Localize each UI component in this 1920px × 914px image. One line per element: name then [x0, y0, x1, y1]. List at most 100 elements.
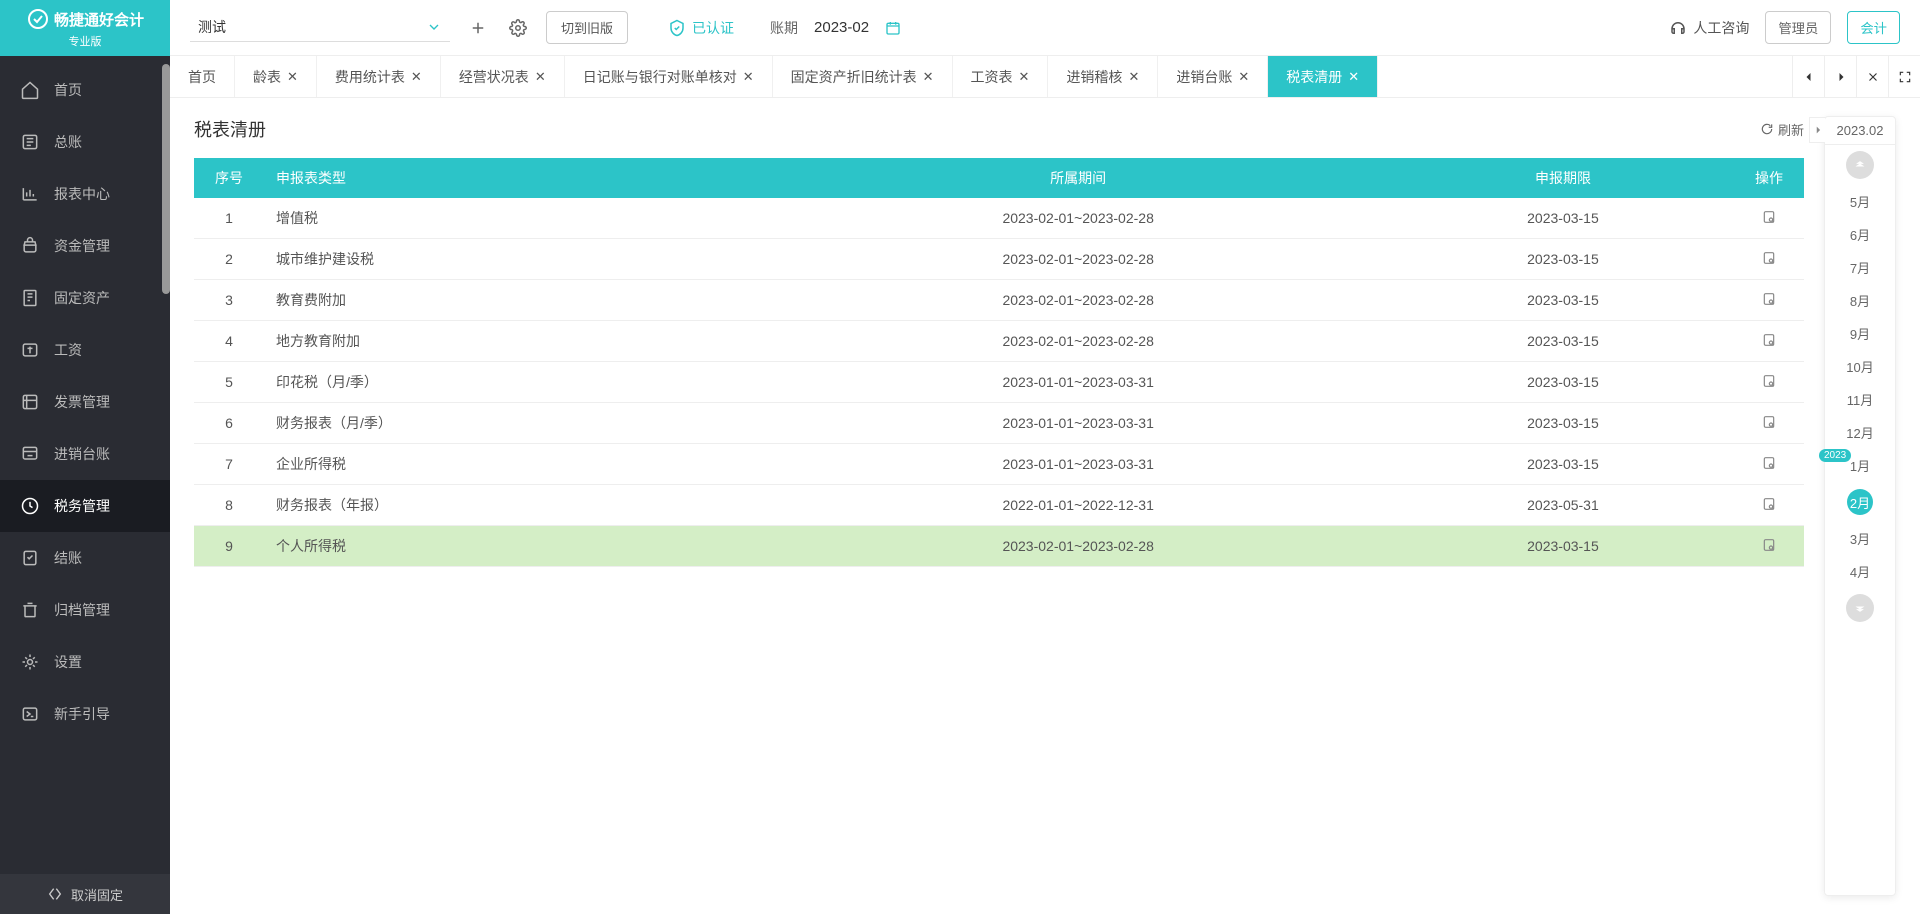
tab-7[interactable]: 进销稽核✕: [1048, 56, 1158, 97]
table-row[interactable]: 7企业所得税2023-01-01~2023-03-312023-03-15: [194, 444, 1804, 485]
tab-close-icon[interactable]: ✕: [743, 69, 754, 85]
cell-no: 6: [194, 403, 264, 444]
tab-9[interactable]: 税表清册✕: [1268, 56, 1378, 97]
month-picker-list: 5月6月7月8月9月10月11月12月20231月2月3月4月: [1825, 185, 1895, 588]
sidebar-item-0[interactable]: 首页: [0, 64, 170, 116]
sidebar-item-4[interactable]: 固定资产: [0, 272, 170, 324]
cell-type: 地方教育附加: [264, 321, 764, 362]
switch-old-version-button[interactable]: 切到旧版: [546, 11, 628, 44]
tab-0[interactable]: 首页: [170, 56, 235, 97]
cell-no: 4: [194, 321, 264, 362]
view-detail-icon[interactable]: [1761, 496, 1777, 512]
sidebar-item-9[interactable]: 结账: [0, 532, 170, 584]
month-picker-collapse[interactable]: [1809, 117, 1825, 143]
tab-close-icon[interactable]: ✕: [923, 69, 934, 85]
sidebar-item-3[interactable]: 资金管理: [0, 220, 170, 272]
month-option[interactable]: 5月: [1825, 185, 1895, 218]
cell-no: 7: [194, 444, 264, 485]
calendar-icon[interactable]: [885, 20, 901, 36]
period-value[interactable]: 2023-02: [814, 19, 869, 36]
month-picker-up[interactable]: [1846, 151, 1874, 179]
chevron-down-icon: [426, 19, 442, 35]
view-detail-icon[interactable]: [1761, 209, 1777, 225]
table-row[interactable]: 5印花税（月/季）2023-01-01~2023-03-312023-03-15: [194, 362, 1804, 403]
refresh-button[interactable]: 刷新: [1760, 120, 1804, 139]
tabs-fullscreen[interactable]: [1888, 56, 1920, 97]
table-row[interactable]: 2城市维护建设税2023-02-01~2023-02-282023-03-15: [194, 239, 1804, 280]
menu-label: 归档管理: [54, 600, 110, 620]
cell-type: 印花税（月/季）: [264, 362, 764, 403]
table-row[interactable]: 1增值税2023-02-01~2023-02-282023-03-15: [194, 198, 1804, 239]
support-label: 人工咨询: [1693, 18, 1749, 38]
month-option[interactable]: 4月: [1825, 555, 1895, 588]
sidebar-item-8[interactable]: 税务管理: [0, 480, 170, 532]
role-admin-button[interactable]: 管理员: [1765, 11, 1831, 44]
tab-close-icon[interactable]: ✕: [411, 69, 422, 85]
add-button[interactable]: [466, 16, 490, 40]
tab-close-icon[interactable]: ✕: [287, 69, 298, 85]
support-link[interactable]: 人工咨询: [1669, 18, 1749, 38]
sidebar-item-11[interactable]: 设置: [0, 636, 170, 688]
tabs-scroll-left[interactable]: [1792, 56, 1824, 97]
tab-6[interactable]: 工资表 ✕: [953, 56, 1049, 97]
view-detail-icon[interactable]: [1761, 373, 1777, 389]
month-option[interactable]: 10月: [1825, 350, 1895, 383]
sidebar-item-1[interactable]: 总账: [0, 116, 170, 168]
month-option[interactable]: 11月: [1825, 383, 1895, 416]
sidebar-item-6[interactable]: 发票管理: [0, 376, 170, 428]
sidebar-item-5[interactable]: 工资: [0, 324, 170, 376]
month-option[interactable]: 12月: [1825, 416, 1895, 449]
tab-label: 工资表: [971, 67, 1013, 87]
sidebar-item-10[interactable]: 归档管理: [0, 584, 170, 636]
cell-period: 2023-02-01~2023-02-28: [764, 280, 1391, 321]
month-option[interactable]: 3月: [1825, 522, 1895, 555]
view-detail-icon[interactable]: [1761, 455, 1777, 471]
month-option[interactable]: 6月: [1825, 218, 1895, 251]
month-option[interactable]: 8月: [1825, 284, 1895, 317]
refresh-label: 刷新: [1778, 120, 1804, 139]
month-option[interactable]: 9月: [1825, 317, 1895, 350]
tab-2[interactable]: 费用统计表✕: [317, 56, 441, 97]
sidebar-scrollbar[interactable]: [162, 64, 170, 294]
view-detail-icon[interactable]: [1761, 291, 1777, 307]
tabs-close-all[interactable]: [1856, 56, 1888, 97]
view-detail-icon[interactable]: [1761, 332, 1777, 348]
menu-label: 报表中心: [54, 184, 110, 204]
menu-label: 首页: [54, 80, 82, 100]
tab-4[interactable]: 日记账与银行对账单核对✕: [565, 56, 773, 97]
month-option[interactable]: 2月: [1825, 482, 1895, 522]
table-row[interactable]: 6财务报表（月/季）2023-01-01~2023-03-312023-03-1…: [194, 403, 1804, 444]
tab-close-icon[interactable]: ✕: [1128, 69, 1139, 85]
tab-close-icon[interactable]: ✕: [1348, 69, 1359, 85]
tab-3[interactable]: 经营状况表✕: [441, 56, 565, 97]
view-detail-icon[interactable]: [1761, 537, 1777, 553]
month-option[interactable]: 7月: [1825, 251, 1895, 284]
menu-label: 固定资产: [54, 288, 110, 308]
tab-close-icon[interactable]: ✕: [1019, 69, 1030, 85]
table-row[interactable]: 3教育费附加2023-02-01~2023-02-282023-03-15: [194, 280, 1804, 321]
role-accountant-button[interactable]: 会计: [1847, 11, 1900, 44]
cell-no: 3: [194, 280, 264, 321]
sidebar-item-7[interactable]: 进销台账: [0, 428, 170, 480]
tab-close-icon[interactable]: ✕: [1238, 69, 1249, 85]
table-col-0: 序号: [194, 158, 264, 198]
settings-button[interactable]: [506, 16, 530, 40]
month-option[interactable]: 20231月: [1825, 449, 1895, 482]
view-detail-icon[interactable]: [1761, 414, 1777, 430]
tabs-scroll-right[interactable]: [1824, 56, 1856, 97]
sidebar-unpin-button[interactable]: 取消固定: [0, 874, 170, 914]
tab-1[interactable]: 龄表✕: [235, 56, 317, 97]
menu-label: 发票管理: [54, 392, 110, 412]
table-col-3: 申报期限: [1392, 158, 1734, 198]
company-selector[interactable]: 测试: [190, 13, 450, 42]
view-detail-icon[interactable]: [1761, 250, 1777, 266]
table-row[interactable]: 9个人所得税2023-02-01~2023-02-282023-03-15: [194, 526, 1804, 567]
sidebar-item-12[interactable]: 新手引导: [0, 688, 170, 740]
sidebar-item-2[interactable]: 报表中心: [0, 168, 170, 220]
tab-5[interactable]: 固定资产折旧统计表✕: [773, 56, 953, 97]
table-row[interactable]: 8财务报表（年报）2022-01-01~2022-12-312023-05-31: [194, 485, 1804, 526]
table-row[interactable]: 4地方教育附加2023-02-01~2023-02-282023-03-15: [194, 321, 1804, 362]
month-picker-down[interactable]: [1846, 594, 1874, 622]
tab-close-icon[interactable]: ✕: [535, 69, 546, 85]
tab-8[interactable]: 进销台账✕: [1158, 56, 1268, 97]
